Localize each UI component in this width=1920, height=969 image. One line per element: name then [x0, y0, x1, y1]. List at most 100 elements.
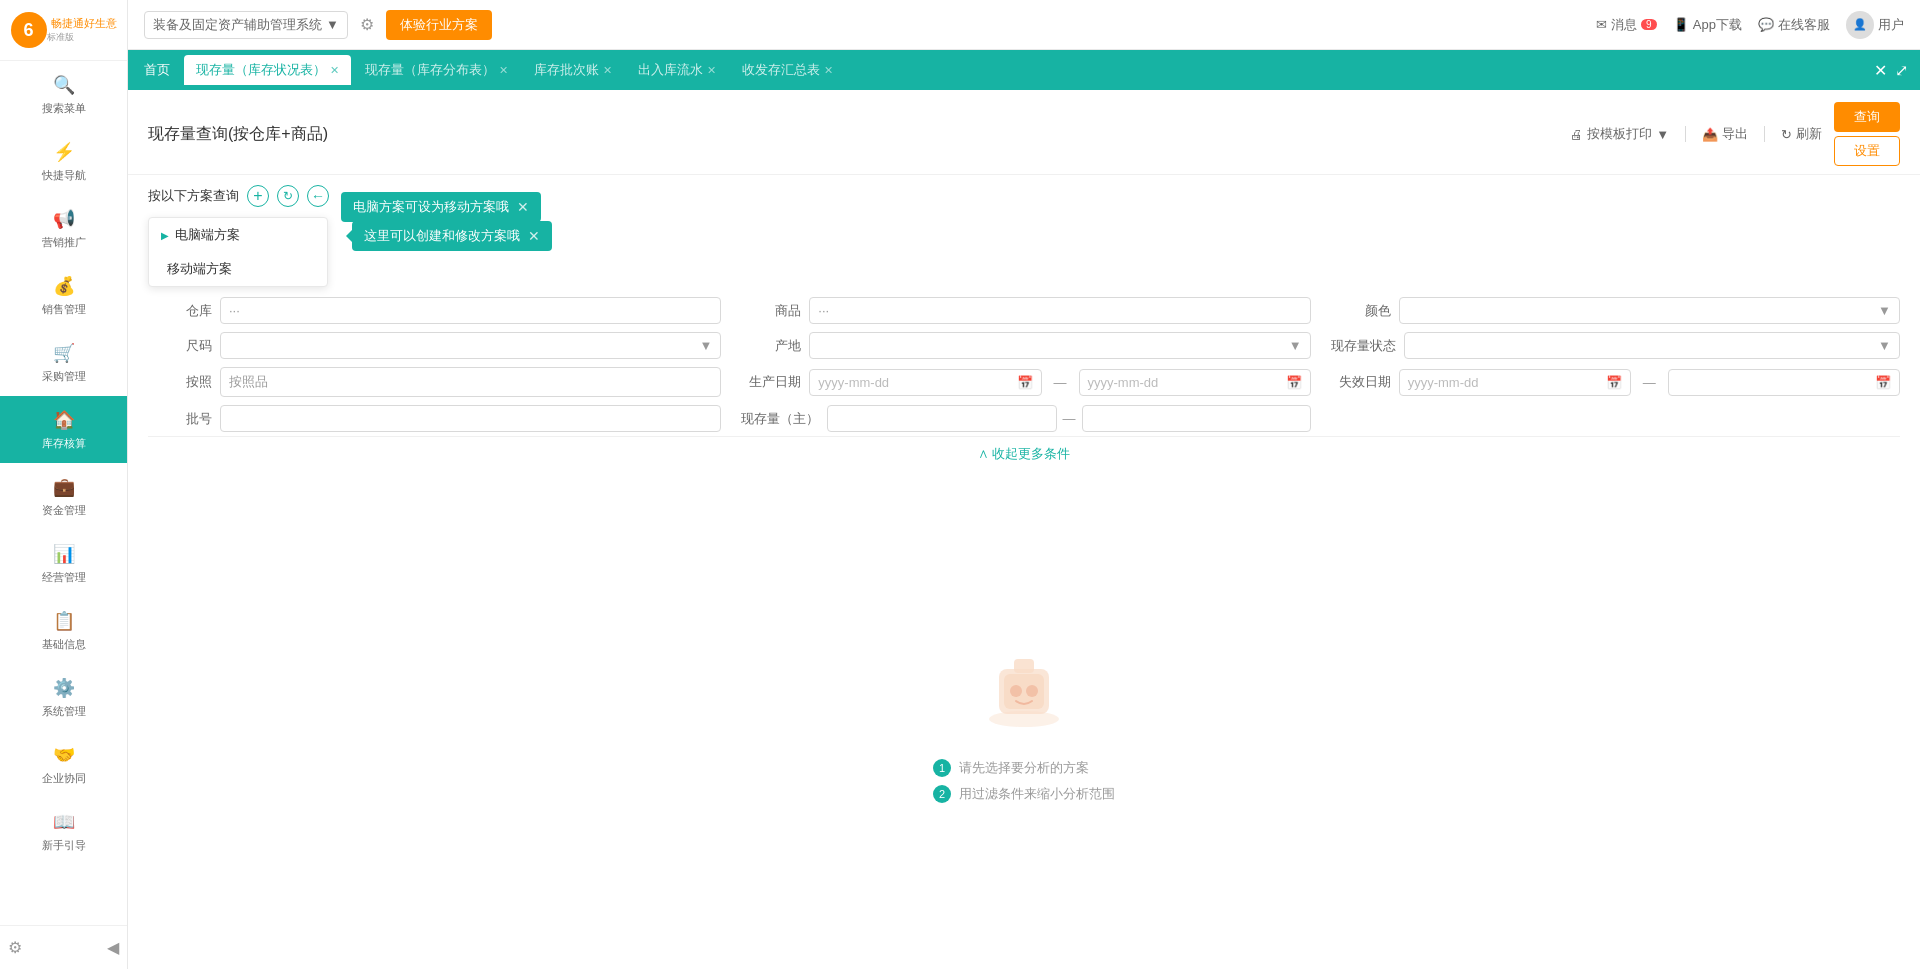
message-btn[interactable]: ✉ 消息 9	[1596, 16, 1657, 34]
message-icon: ✉	[1596, 17, 1607, 32]
filter-field-goods: 商品 ···	[741, 297, 1310, 324]
dropdown-icon: ▼	[326, 17, 339, 32]
divider2	[1764, 126, 1765, 142]
main-area: 装备及固定资产辅助管理系统 ▼ ⚙ 体验行业方案 ✉ 消息 9 📱 App下载 …	[128, 0, 1920, 969]
select-value: 按照品	[229, 373, 268, 391]
search-icon: 🔍	[52, 73, 76, 97]
filter-field-stock: 现存量（主） —	[741, 405, 1310, 432]
filter-header: 按以下方案查询 + ↻ ← 电脑方案可设为移动方案哦 ✕	[148, 185, 1900, 207]
empty-illustration	[974, 639, 1074, 739]
stock-from-input[interactable]	[827, 405, 1056, 432]
tab-fullscreen-icon[interactable]: ⤢	[1895, 61, 1908, 80]
batch-input[interactable]	[220, 405, 721, 432]
add-scheme-btn[interactable]: +	[247, 185, 269, 207]
collapse-footer-btn[interactable]: ◀	[107, 938, 119, 957]
collapse-btn[interactable]: ∧ 收起更多条件	[148, 436, 1900, 471]
settings-footer-btn[interactable]: ⚙	[8, 938, 22, 957]
warehouse-select[interactable]: ···	[220, 297, 721, 324]
sidebar-item-operations[interactable]: 📊 经营管理	[0, 530, 127, 597]
tab-inout-flow[interactable]: 出入库流水 ✕	[626, 55, 728, 85]
stock-to-input[interactable]	[1082, 405, 1311, 432]
sidebar-item-system[interactable]: ⚙️ 系统管理	[0, 664, 127, 731]
scheme-tooltip-close[interactable]: ✕	[517, 199, 529, 215]
trial-btn[interactable]: 体验行业方案	[386, 10, 492, 40]
online-support-btn[interactable]: 💬 在线客服	[1758, 16, 1830, 34]
purchase-icon: 🛒	[52, 341, 76, 365]
refresh-btn[interactable]: ↻ 刷新	[1781, 125, 1822, 143]
topbar: 装备及固定资产辅助管理系统 ▼ ⚙ 体验行业方案 ✉ 消息 9 📱 App下载 …	[128, 0, 1920, 50]
tab-close-icon[interactable]: ✕	[499, 64, 508, 77]
sidebar-item-newbie[interactable]: 📖 新手引导	[0, 798, 127, 865]
by-select[interactable]: 按照品	[220, 367, 721, 397]
sidebar-item-marketing[interactable]: 📢 营销推广	[0, 195, 127, 262]
date-placeholder: yyyy-mm-dd	[1088, 375, 1159, 390]
color-select[interactable]: ▼	[1399, 297, 1900, 324]
collapse-icon: ∧	[978, 446, 989, 461]
system-selector[interactable]: 装备及固定资产辅助管理系统 ▼	[144, 11, 348, 39]
tab-close-icon[interactable]: ✕	[824, 64, 833, 77]
sidebar-item-inventory[interactable]: 🏠 库存核算	[0, 396, 127, 463]
sidebar-item-sales[interactable]: 💰 销售管理	[0, 262, 127, 329]
date-placeholder: yyyy-mm-dd	[818, 375, 889, 390]
tab-collect-summary[interactable]: 收发存汇总表 ✕	[730, 55, 845, 85]
tab-close-all-icon[interactable]: ✕	[1874, 61, 1887, 80]
tab-bar: 首页 现存量（库存状况表） ✕ 现存量（库存分布表） ✕ 库存批次账 ✕ 出入库…	[128, 50, 1920, 90]
system-name: 装备及固定资产辅助管理系统	[153, 16, 322, 34]
produce-date-from[interactable]: yyyy-mm-dd 📅	[809, 369, 1041, 396]
refresh-icon: ↻	[1781, 127, 1792, 142]
filter-fields: 仓库 ··· 商品 ···	[148, 297, 1900, 432]
scheme-item-mobile[interactable]: 移动端方案	[149, 252, 327, 286]
tip-text-2: 用过滤条件来缩小分析范围	[959, 785, 1115, 803]
sidebar-item-search[interactable]: 🔍 搜索菜单	[0, 61, 127, 128]
query-btn[interactable]: 查询	[1834, 102, 1900, 132]
setting-btn[interactable]: 设置	[1834, 136, 1900, 166]
print-btn[interactable]: 🖨 按模板打印 ▼	[1570, 125, 1669, 143]
empty-tips: 1 请先选择要分析的方案 2 用过滤条件来缩小分析范围	[933, 759, 1115, 811]
tab-close-icon[interactable]: ✕	[330, 64, 339, 77]
print-label: 按模板打印	[1587, 125, 1652, 143]
create-tooltip: 这里可以创建和修改方案哦 ✕	[352, 221, 552, 251]
online-support-label: 在线客服	[1778, 16, 1830, 34]
sidebar-item-finance[interactable]: 💼 资金管理	[0, 463, 127, 530]
back-scheme-btn[interactable]: ←	[307, 185, 329, 207]
tab-batch-ledger[interactable]: 库存批次账 ✕	[522, 55, 624, 85]
calendar-icon: 📅	[1286, 375, 1302, 390]
expire-date-to[interactable]: 📅	[1668, 369, 1900, 396]
tab-home[interactable]: 首页	[132, 55, 182, 85]
export-btn[interactable]: 📤 导出	[1702, 125, 1748, 143]
operations-icon: 📊	[52, 542, 76, 566]
user-area[interactable]: 👤 用户	[1846, 11, 1904, 39]
sidebar-item-label: 销售管理	[42, 302, 86, 317]
sidebar-item-quicknav[interactable]: ⚡ 快捷导航	[0, 128, 127, 195]
create-tooltip-close[interactable]: ✕	[528, 228, 540, 244]
status-select[interactable]: ▼	[1404, 332, 1900, 359]
tab-close-icon[interactable]: ✕	[603, 64, 612, 77]
sidebar-item-purchase[interactable]: 🛒 采购管理	[0, 329, 127, 396]
expire-date-from[interactable]: yyyy-mm-dd 📅	[1399, 369, 1631, 396]
gear-icon[interactable]: ⚙	[360, 15, 374, 34]
goods-select[interactable]: ···	[809, 297, 1310, 324]
dropdown-icon: ▼	[1289, 338, 1302, 353]
tab-inventory-dist[interactable]: 现存量（库存分布表） ✕	[353, 55, 520, 85]
tab-inventory-status[interactable]: 现存量（库存状况表） ✕	[184, 55, 351, 85]
sidebar-item-label: 库存核算	[42, 436, 86, 451]
newbie-icon: 📖	[52, 810, 76, 834]
sales-icon: 💰	[52, 274, 76, 298]
print-dropdown-icon: ▼	[1656, 127, 1669, 142]
scheme-item-desktop[interactable]: ▶ 电脑端方案	[149, 218, 327, 252]
sidebar-item-basic[interactable]: 📋 基础信息	[0, 597, 127, 664]
tooltip-arrow-left	[346, 230, 352, 242]
sidebar: 6 畅捷通好生意 标准版 🔍 搜索菜单 ⚡ 快捷导航 📢 营销推广 💰 销售管理	[0, 0, 128, 969]
svg-rect-5	[1014, 659, 1034, 673]
sidebar-item-label: 采购管理	[42, 369, 86, 384]
refresh-scheme-btn[interactable]: ↻	[277, 185, 299, 207]
produce-date-to[interactable]: yyyy-mm-dd 📅	[1079, 369, 1311, 396]
size-select[interactable]: ▼	[220, 332, 721, 359]
dropdown-icon: ▼	[1878, 303, 1891, 318]
tab-close-icon[interactable]: ✕	[707, 64, 716, 77]
sidebar-item-enterprise[interactable]: 🤝 企业协同	[0, 731, 127, 798]
origin-select[interactable]: ▼	[809, 332, 1310, 359]
date-placeholder: yyyy-mm-dd	[1408, 375, 1479, 390]
sidebar-item-label: 搜索菜单	[42, 101, 86, 116]
app-download-btn[interactable]: 📱 App下载	[1673, 16, 1742, 34]
